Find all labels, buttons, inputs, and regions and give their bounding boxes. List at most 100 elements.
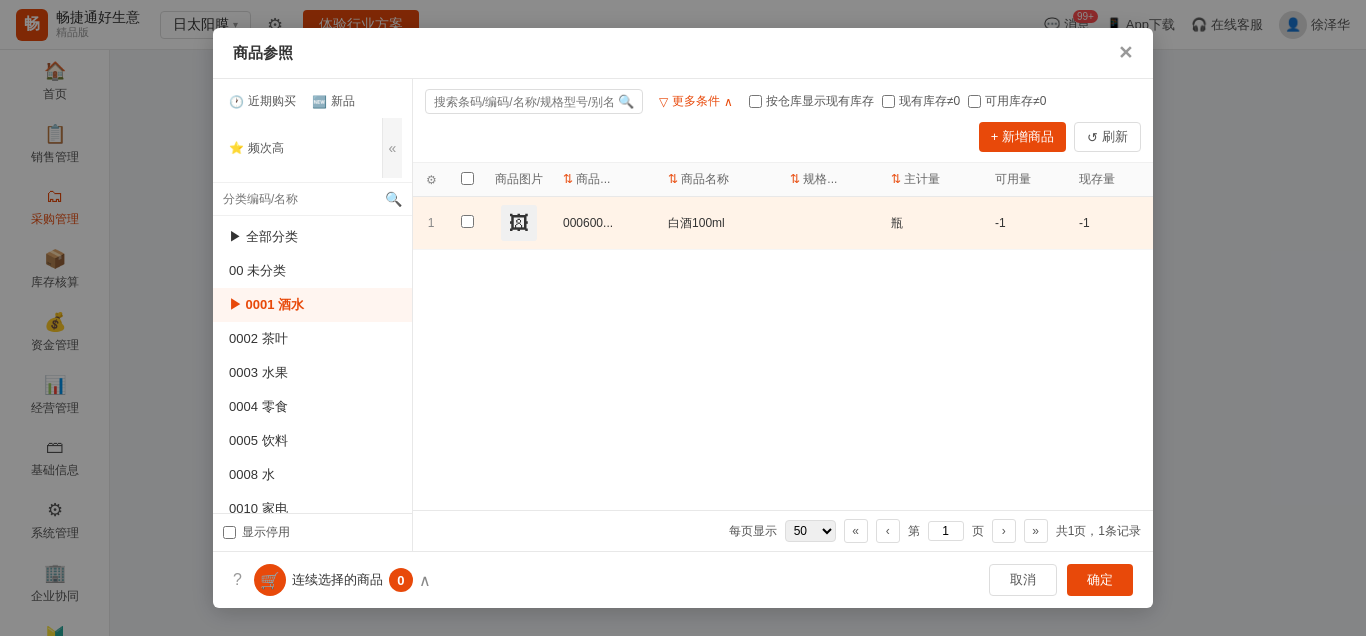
stock-nonzero-checkbox[interactable] xyxy=(882,95,895,108)
frequent-icon: ⭐ xyxy=(229,141,244,155)
avail-nonzero-checkbox[interactable] xyxy=(968,95,981,108)
warehouse-filter-label[interactable]: 按仓库显示现有库存 xyxy=(766,93,874,110)
cat-item-0005[interactable]: 0005 饮料 xyxy=(213,424,412,458)
table-header-unit[interactable]: ⇅ 主计量 xyxy=(881,163,985,197)
row-image-cell: 🖼 xyxy=(485,197,553,250)
page-suffix: 页 xyxy=(972,523,984,540)
row-checkbox[interactable] xyxy=(461,215,474,228)
product-image: 🖼 xyxy=(501,205,537,241)
stock-nonzero-label[interactable]: 现有库存≠0 xyxy=(899,93,960,110)
modal-body: 🕐 近期购买 🆕 新品 ⭐ 频次高 « 🔍 xyxy=(213,79,1153,551)
filter-collapse-icon: ∧ xyxy=(724,95,733,109)
cart-icon[interactable]: 🛒 xyxy=(254,564,286,596)
row-available: -1 xyxy=(985,197,1069,250)
cat-item-0010[interactable]: 0010 家电 xyxy=(213,492,412,513)
select-all-checkbox[interactable] xyxy=(461,172,474,185)
avail-nonzero-label[interactable]: 可用库存≠0 xyxy=(985,93,1046,110)
cart-label: 连续选择的商品 xyxy=(292,571,383,589)
first-page-button[interactable]: « xyxy=(844,519,868,543)
help-icon[interactable]: ? xyxy=(233,571,242,589)
last-page-button[interactable]: » xyxy=(1024,519,1048,543)
modal-header: 商品参照 ✕ xyxy=(213,28,1153,79)
product-search-input[interactable] xyxy=(434,95,614,109)
category-search: 🔍 xyxy=(213,183,412,216)
prev-page-button[interactable]: ‹ xyxy=(876,519,900,543)
recent-icon: 🕐 xyxy=(229,95,244,109)
add-product-button[interactable]: + 新增商品 xyxy=(979,122,1066,152)
cat-item-0001[interactable]: ▶ 0001 酒水 xyxy=(213,288,412,322)
row-unit: 瓶 xyxy=(881,197,985,250)
filter-more-button[interactable]: ▽ 更多条件 ∧ xyxy=(651,89,741,114)
show-disabled-checkbox[interactable] xyxy=(223,526,236,539)
product-panel: 🔍 ▽ 更多条件 ∧ 按仓库显示现有库存 现有库存≠0 xyxy=(413,79,1153,551)
cat-item-0003[interactable]: 0003 水果 xyxy=(213,356,412,390)
refresh-icon: ↺ xyxy=(1087,130,1098,145)
cat-item-0004[interactable]: 0004 零食 xyxy=(213,390,412,424)
page-number-input[interactable] xyxy=(928,521,964,541)
product-toolbar: 🔍 ▽ 更多条件 ∧ 按仓库显示现有库存 现有库存≠0 xyxy=(413,79,1153,163)
cancel-button[interactable]: 取消 xyxy=(989,564,1057,596)
category-search-icon[interactable]: 🔍 xyxy=(385,191,402,207)
table-header-checkbox xyxy=(449,163,485,197)
next-page-button[interactable]: › xyxy=(992,519,1016,543)
table-header-available: 可用量 xyxy=(985,163,1069,197)
sort-icon-spec: ⇅ xyxy=(790,172,800,186)
cat-tab-recent[interactable]: 🕐 近期购买 xyxy=(223,89,302,114)
page-size-select[interactable]: 50 100 200 xyxy=(785,520,836,542)
cart-collapse-icon[interactable]: ∧ xyxy=(419,571,431,590)
product-search-icon[interactable]: 🔍 xyxy=(618,94,634,109)
cat-item-0002[interactable]: 0002 茶叶 xyxy=(213,322,412,356)
cat-item-0008[interactable]: 0008 水 xyxy=(213,458,412,492)
row-name: 白酒100ml xyxy=(658,197,780,250)
table-header-settings[interactable]: ⚙ xyxy=(413,163,449,197)
modal-close-button[interactable]: ✕ xyxy=(1118,42,1133,64)
sort-icon-name: ⇅ xyxy=(668,172,678,186)
product-pagination: 每页显示 50 100 200 « ‹ 第 页 › » 共1页，1条记录 xyxy=(413,510,1153,551)
table-header-name[interactable]: ⇅ 商品名称 xyxy=(658,163,780,197)
row-checkbox-cell xyxy=(449,197,485,250)
product-table-wrap: ⚙ 商品图片 ⇅ 商品... xyxy=(413,163,1153,510)
category-collapse-button[interactable]: « xyxy=(382,118,402,178)
sort-icon: ⇅ xyxy=(563,172,573,186)
table-row[interactable]: 1 🖼 000600... 白酒100ml xyxy=(413,197,1153,250)
footer-buttons: 取消 确定 xyxy=(989,564,1133,596)
category-panel: 🕐 近期购买 🆕 新品 ⭐ 频次高 « 🔍 xyxy=(213,79,413,551)
category-tabs: 🕐 近期购买 🆕 新品 ⭐ 频次高 « xyxy=(213,79,412,183)
avail-nonzero-filter-group: 可用库存≠0 xyxy=(968,93,1046,110)
stock-nonzero-filter-group: 现有库存≠0 xyxy=(882,93,960,110)
row-spec xyxy=(780,197,881,250)
refresh-button[interactable]: ↺ 刷新 xyxy=(1074,122,1141,152)
row-stock: -1 xyxy=(1069,197,1153,250)
row-seq: 1 xyxy=(413,197,449,250)
page-label: 第 xyxy=(908,523,920,540)
confirm-button[interactable]: 确定 xyxy=(1067,564,1133,596)
filter-icon: ▽ xyxy=(659,95,668,109)
warehouse-filter-checkbox[interactable] xyxy=(749,95,762,108)
page-size-label: 每页显示 xyxy=(729,523,777,540)
cat-item-00[interactable]: 00 未分类 xyxy=(213,254,412,288)
cat-item-all[interactable]: ▶ 全部分类 xyxy=(213,220,412,254)
modal-overlay: 商品参照 ✕ 🕐 近期购买 🆕 新品 ⭐ xyxy=(0,0,1366,636)
cat-tab-frequent[interactable]: ⭐ 频次高 xyxy=(223,118,290,178)
row-code: 000600... xyxy=(553,197,658,250)
cat-tab-new[interactable]: 🆕 新品 xyxy=(306,89,361,114)
warehouse-filter-group: 按仓库显示现有库存 xyxy=(749,93,874,110)
category-list: ▶ 全部分类 00 未分类 ▶ 0001 酒水 0002 茶叶 0003 水果 xyxy=(213,216,412,513)
table-header-code[interactable]: ⇅ 商品... xyxy=(553,163,658,197)
table-header-spec[interactable]: ⇅ 规格... xyxy=(780,163,881,197)
show-disabled-label[interactable]: 显示停用 xyxy=(242,524,290,541)
table-header-image: 商品图片 xyxy=(485,163,553,197)
sort-icon-unit: ⇅ xyxy=(891,172,901,186)
product-table: ⚙ 商品图片 ⇅ 商品... xyxy=(413,163,1153,250)
toolbar-right: + 新增商品 ↺ 刷新 xyxy=(979,122,1141,152)
modal-footer: ? 🛒 连续选择的商品 0 ∧ 取消 确定 xyxy=(213,551,1153,608)
cart-count-badge: 0 xyxy=(389,568,413,592)
modal-title: 商品参照 xyxy=(233,44,293,63)
cart-area: 🛒 连续选择的商品 0 ∧ xyxy=(254,564,431,596)
category-search-input[interactable] xyxy=(223,192,381,206)
category-footer: 显示停用 xyxy=(213,513,412,551)
product-search-box: 🔍 xyxy=(425,89,643,114)
total-records-label: 共1页，1条记录 xyxy=(1056,523,1141,540)
product-reference-modal: 商品参照 ✕ 🕐 近期购买 🆕 新品 ⭐ xyxy=(213,28,1153,608)
new-icon: 🆕 xyxy=(312,95,327,109)
